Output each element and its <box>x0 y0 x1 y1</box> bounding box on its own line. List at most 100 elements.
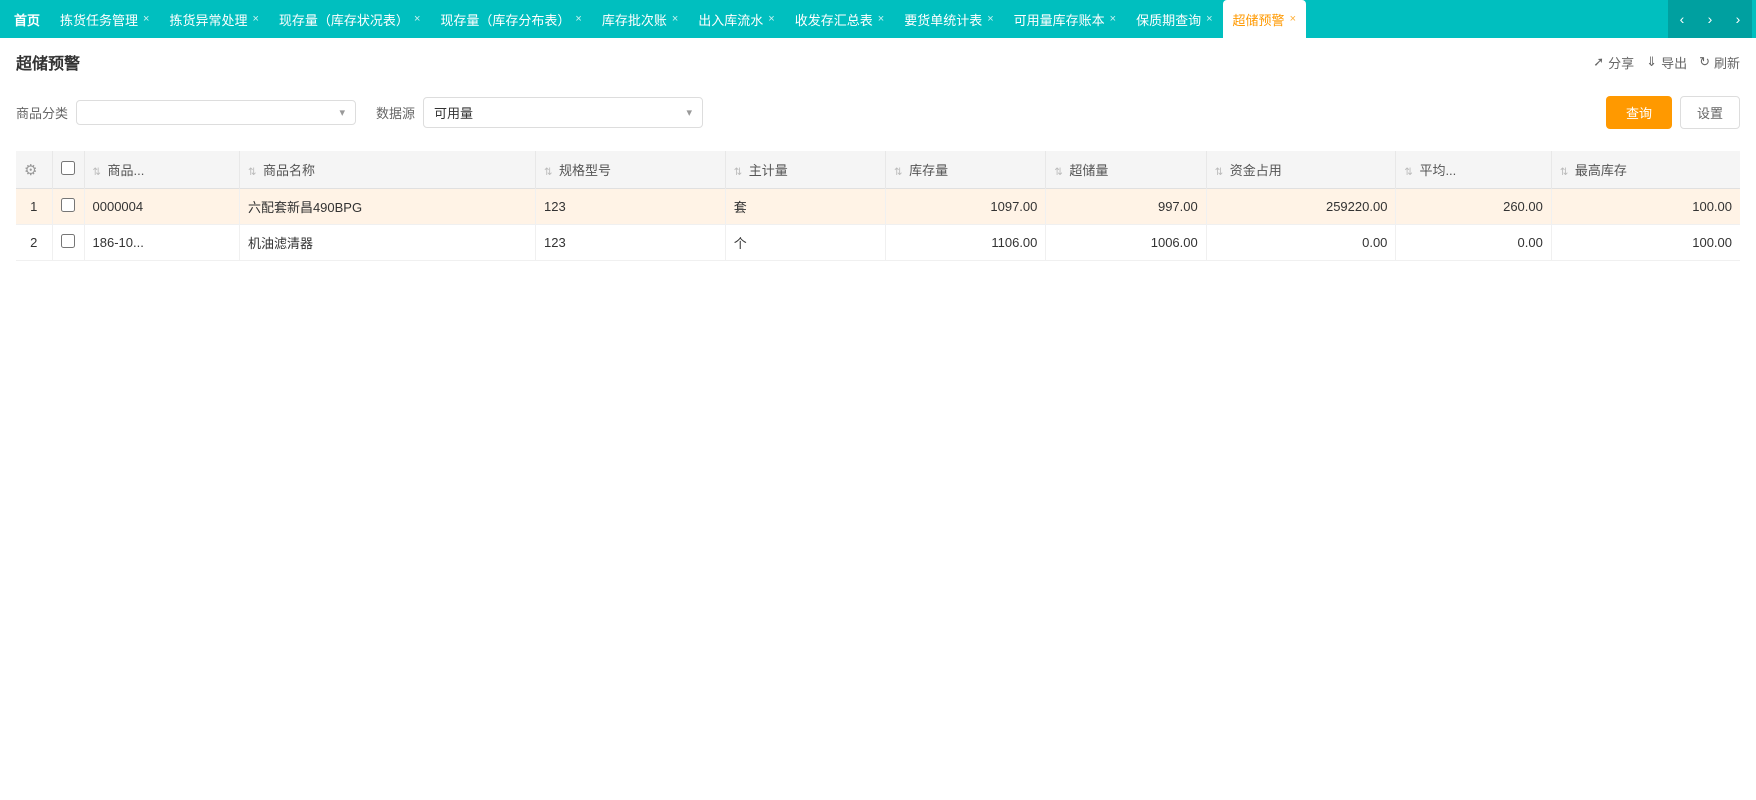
col-stock-header[interactable]: ⇅ 库存量 <box>886 151 1046 189</box>
tab-要货单统计表[interactable]: 要货单统计表 × <box>894 0 1003 38</box>
data-source-arrow-icon: ▾ <box>687 106 693 119</box>
sort-icon-product-name: ⇅ <box>248 167 256 178</box>
cell-avg-1: 260.00 <box>1396 189 1551 225</box>
sort-icon-unit: ⇅ <box>734 167 742 178</box>
nav-arrows: ‹ › › <box>1668 0 1752 38</box>
col-overstock-header[interactable]: ⇅ 超储量 <box>1046 151 1206 189</box>
product-category-select[interactable]: ▾ <box>76 100 356 125</box>
close-tab-8[interactable]: × <box>987 13 993 25</box>
query-button[interactable]: 查询 <box>1606 96 1672 129</box>
cell-spec-2: 123 <box>536 225 726 261</box>
data-source-value: 可用量 <box>434 103 473 122</box>
tab-保质期查询[interactable]: 保质期查询 × <box>1126 0 1222 38</box>
refresh-action[interactable]: ↻ 刷新 <box>1699 53 1740 72</box>
data-source-select[interactable]: 可用量 ▾ <box>423 97 703 128</box>
cell-capital-1: 259220.00 <box>1206 189 1396 225</box>
top-nav: 首页 拣货任务管理 × 拣货异常处理 × 现存量（库存状况表） × 现存量（库存… <box>0 0 1756 38</box>
close-tab-2[interactable]: × <box>252 13 258 25</box>
row-checkbox-1[interactable] <box>52 189 84 225</box>
close-tab-10[interactable]: × <box>1206 13 1212 25</box>
row-number-1: 1 <box>16 189 52 225</box>
tab-可用量库存账本[interactable]: 可用量库存账本 × <box>1004 0 1126 38</box>
cell-unit-2: 个 <box>725 225 885 261</box>
tab-现存量库存状况表[interactable]: 现存量（库存状况表） × <box>269 0 430 38</box>
table-row: 2 186-10... 机油滤清器 123 个 1106.00 1006.00 … <box>16 225 1740 261</box>
sort-icon-max-stock: ⇅ <box>1560 167 1568 178</box>
close-tab-5[interactable]: × <box>672 13 678 25</box>
sort-icon-capital: ⇅ <box>1215 167 1223 178</box>
page-header: 超储预警 ➚ 分享 ⇓ 导出 ↻ 刷新 <box>16 50 1740 74</box>
sort-icon-product-code: ⇅ <box>93 167 101 178</box>
close-tab-7[interactable]: × <box>878 13 884 25</box>
sort-icon-overstock: ⇅ <box>1054 167 1062 178</box>
settings-button[interactable]: 设置 <box>1680 96 1740 129</box>
close-tab-9[interactable]: × <box>1110 13 1116 25</box>
cell-spec-1: 123 <box>536 189 726 225</box>
cell-overstock-1: 997.00 <box>1046 189 1206 225</box>
cell-product-name-1: 六配套新昌490BPG <box>239 189 535 225</box>
cell-stock-1: 1097.00 <box>886 189 1046 225</box>
refresh-icon: ↻ <box>1699 54 1710 70</box>
col-product-name-header[interactable]: ⇅ 商品名称 <box>239 151 535 189</box>
sort-icon-stock: ⇅ <box>894 167 902 178</box>
share-icon: ➚ <box>1593 54 1604 70</box>
tab-超储预警[interactable]: 超储预警 × <box>1223 0 1306 38</box>
filter-action-buttons: 查询 设置 <box>1606 96 1740 129</box>
tab-收发存汇总表[interactable]: 收发存汇总表 × <box>785 0 894 38</box>
data-source-label: 数据源 <box>376 103 415 122</box>
tab-拣货异常处理[interactable]: 拣货异常处理 × <box>159 0 268 38</box>
table-header-row: ⚙ ⇅ 商品... ⇅ 商品名称 ⇅ 规格型号 ⇅ <box>16 151 1740 189</box>
col-spec-header[interactable]: ⇅ 规格型号 <box>536 151 726 189</box>
row-number-2: 2 <box>16 225 52 261</box>
col-gear[interactable]: ⚙ <box>16 151 52 189</box>
cell-overstock-2: 1006.00 <box>1046 225 1206 261</box>
nav-home[interactable]: 首页 <box>4 0 50 38</box>
main-content: 超储预警 ➚ 分享 ⇓ 导出 ↻ 刷新 商品分类 ▾ 数据源 <box>0 38 1756 800</box>
data-source-filter: 数据源 可用量 ▾ <box>376 97 703 128</box>
product-category-filter: 商品分类 ▾ <box>16 100 356 125</box>
col-unit-header[interactable]: ⇅ 主计量 <box>725 151 885 189</box>
close-tab-3[interactable]: × <box>414 13 420 25</box>
cell-max-stock-2: 100.00 <box>1551 225 1740 261</box>
col-capital-header[interactable]: ⇅ 资金占用 <box>1206 151 1396 189</box>
filter-bar: 商品分类 ▾ 数据源 可用量 ▾ 查询 设置 <box>16 88 1740 137</box>
row-select-1[interactable] <box>61 198 75 212</box>
table-row: 1 0000004 六配套新昌490BPG 123 套 1097.00 997.… <box>16 189 1740 225</box>
cell-avg-2: 0.00 <box>1396 225 1551 261</box>
nav-more-button[interactable]: › <box>1724 0 1752 38</box>
header-actions: ➚ 分享 ⇓ 导出 ↻ 刷新 <box>1593 53 1740 72</box>
export-action[interactable]: ⇓ 导出 <box>1646 53 1687 72</box>
product-category-label: 商品分类 <box>16 103 68 122</box>
close-tab-6[interactable]: × <box>768 13 774 25</box>
close-tab-1[interactable]: × <box>143 13 149 25</box>
cell-unit-1: 套 <box>725 189 885 225</box>
cell-product-code-2: 186-10... <box>84 225 239 261</box>
cell-product-code-1: 0000004 <box>84 189 239 225</box>
sort-icon-spec: ⇅ <box>544 167 552 178</box>
nav-next-button[interactable]: › <box>1696 0 1724 38</box>
share-action[interactable]: ➚ 分享 <box>1593 53 1634 72</box>
gear-icon[interactable]: ⚙ <box>24 162 37 179</box>
row-select-2[interactable] <box>61 234 75 248</box>
tab-拣货任务管理[interactable]: 拣货任务管理 × <box>50 0 159 38</box>
select-all-checkbox[interactable] <box>61 161 75 175</box>
nav-prev-button[interactable]: ‹ <box>1668 0 1696 38</box>
col-avg-header[interactable]: ⇅ 平均... <box>1396 151 1551 189</box>
col-product-code-header[interactable]: ⇅ 商品... <box>84 151 239 189</box>
close-tab-11[interactable]: × <box>1290 13 1296 25</box>
tab-库存批次账[interactable]: 库存批次账 × <box>592 0 688 38</box>
product-category-arrow-icon: ▾ <box>339 106 345 119</box>
close-tab-4[interactable]: × <box>575 13 581 25</box>
cell-stock-2: 1106.00 <box>886 225 1046 261</box>
sort-icon-avg: ⇅ <box>1404 167 1412 178</box>
export-icon: ⇓ <box>1646 54 1657 70</box>
row-checkbox-2[interactable] <box>52 225 84 261</box>
cell-max-stock-1: 100.00 <box>1551 189 1740 225</box>
col-select-all[interactable] <box>52 151 84 189</box>
data-table: ⚙ ⇅ 商品... ⇅ 商品名称 ⇅ 规格型号 ⇅ <box>16 151 1740 261</box>
cell-capital-2: 0.00 <box>1206 225 1396 261</box>
tab-现存量库存分布表[interactable]: 现存量（库存分布表） × <box>430 0 591 38</box>
tab-出入库流水[interactable]: 出入库流水 × <box>688 0 784 38</box>
col-max-stock-header[interactable]: ⇅ 最高库存 <box>1551 151 1740 189</box>
page-title: 超储预警 <box>16 50 1593 74</box>
